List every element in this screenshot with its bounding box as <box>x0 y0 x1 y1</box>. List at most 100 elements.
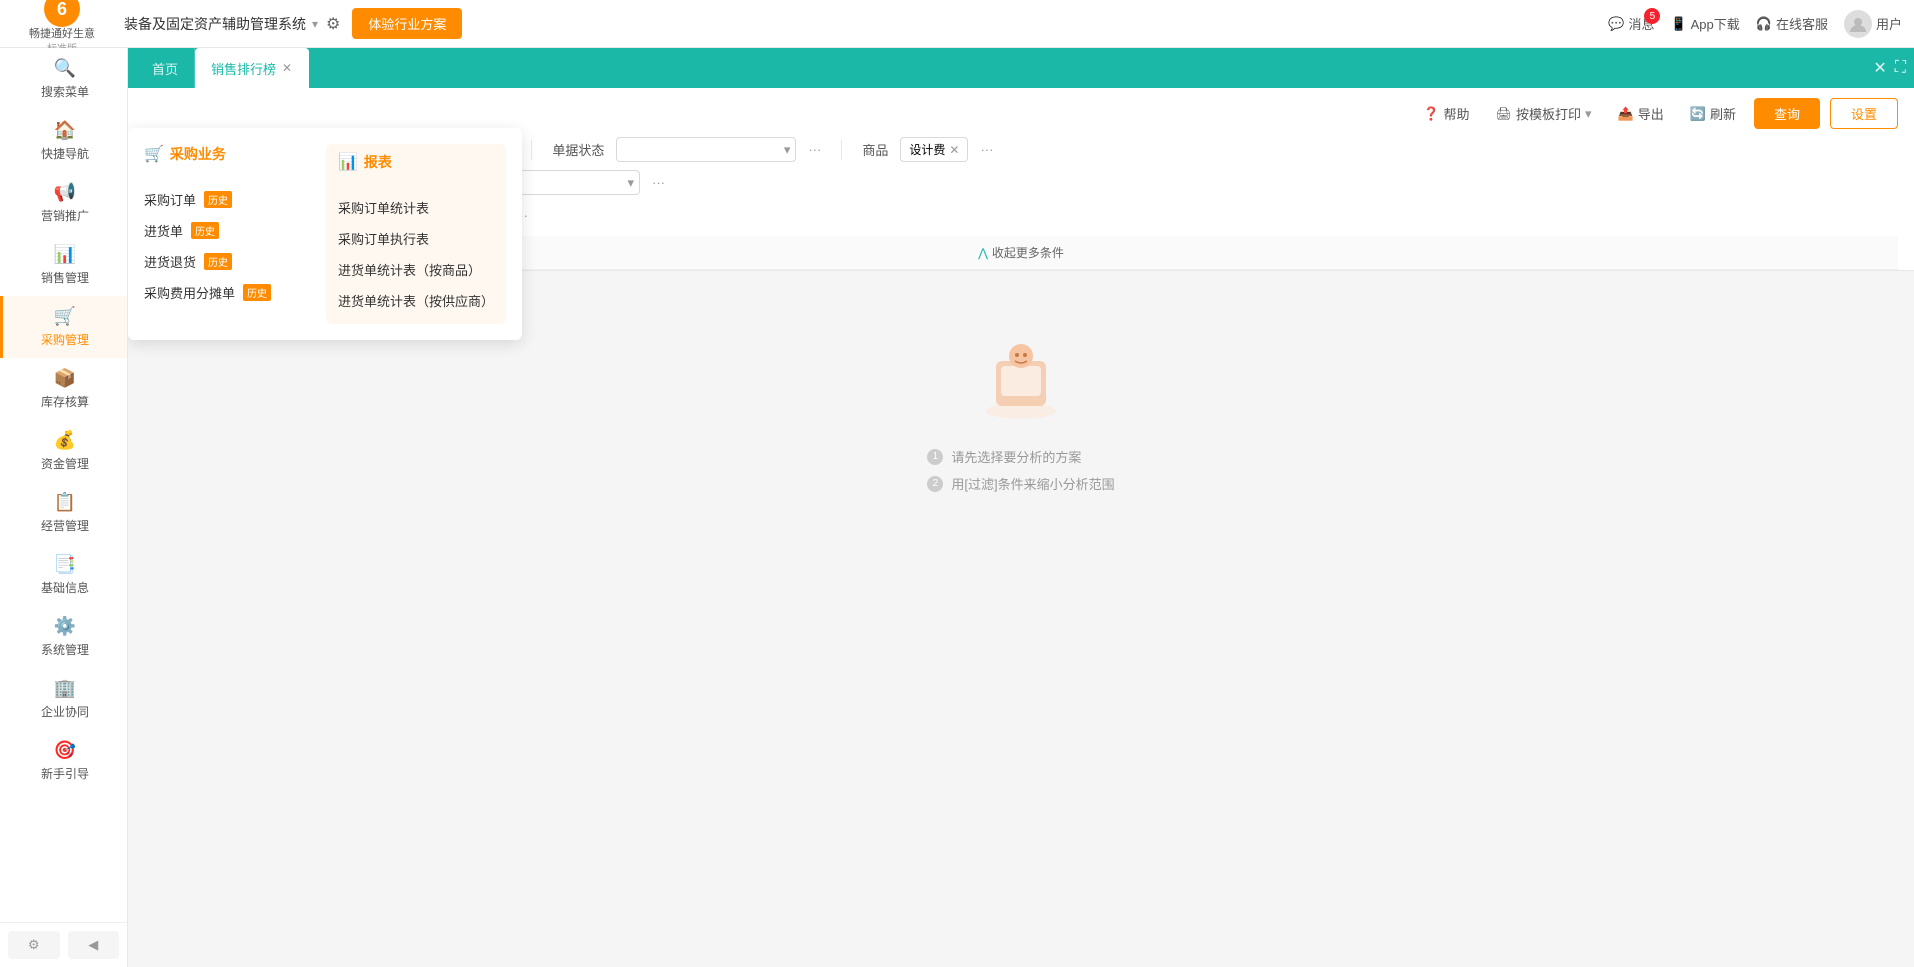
sidebar-item-marketing[interactable]: 📢 营销推广 <box>0 172 127 234</box>
help-icon: ❓ <box>1423 106 1439 122</box>
user-label: 用户 <box>1876 14 1902 33</box>
industry-btn[interactable]: 体验行业方案 <box>352 8 462 39</box>
app-container: 6 畅捷通好生意 标准版 装备及固定资产辅助管理系统 ▾ ⚙ 体验行业方案 💬 … <box>0 0 1914 967</box>
goods-more-icon[interactable]: ··· <box>980 142 993 157</box>
logo-icon: 6 <box>44 0 80 27</box>
user-btn[interactable]: 用户 <box>1844 10 1902 38</box>
tab-bar-expand-icon[interactable]: ⛶ <box>1895 59 1906 77</box>
menu-item-purchase-order-exec[interactable]: 采购订单执行表 <box>338 223 494 254</box>
menu-item-purchase-expense[interactable]: 采购费用分摊单 历史 <box>144 277 294 308</box>
query-btn[interactable]: 查询 <box>1754 98 1820 129</box>
sidebar-item-sales[interactable]: 📊 销售管理 <box>0 234 127 296</box>
tab-home[interactable]: 首页 <box>136 48 195 88</box>
status-select[interactable] <box>616 137 796 162</box>
sidebar-item-system[interactable]: ⚙️ 系统管理 <box>0 606 127 668</box>
sidebar-label: 资金管理 <box>41 455 89 472</box>
inventory-icon: 📦 <box>54 368 76 389</box>
tab-bar: 首页 销售排行榜 ✕ ✕ ⛶ <box>128 48 1914 88</box>
sales-icon: 📊 <box>54 244 76 265</box>
history-tag: 历史 <box>204 191 232 208</box>
goods-tag: 设计费 ✕ <box>900 137 968 162</box>
empty-tips: 1 请先选择要分析的方案 2 用[过滤]条件来缩小分析范围 <box>927 447 1114 493</box>
sidebar-item-search[interactable]: 🔍 搜索菜单 <box>0 48 127 110</box>
status-label: 单据状态 <box>552 140 604 159</box>
purchase-icon: 🛒 <box>54 306 76 327</box>
system-icon: ⚙️ <box>54 616 76 637</box>
tip-num-2: 2 <box>927 476 943 492</box>
export-btn[interactable]: 📤 导出 <box>1610 100 1672 127</box>
purchase-section-title: 🛒 采购业务 <box>144 144 294 172</box>
sidebar-label: 库存核算 <box>41 393 89 410</box>
status-select-wrapper <box>616 137 796 162</box>
purchase-menu-section: 🛒 采购业务 采购订单 历史 进货单 历史 进货退货 <box>144 144 294 324</box>
enterprise-icon: 🏢 <box>54 678 76 699</box>
sidebar-item-enterprise[interactable]: 🏢 企业协同 <box>0 668 127 730</box>
export-icon: 📤 <box>1618 106 1634 122</box>
dropdown-arrow-icon[interactable]: ▾ <box>312 17 318 31</box>
tab-close-icon[interactable]: ✕ <box>282 61 292 75</box>
sidebar-settings-btn[interactable]: ⚙ <box>8 931 60 959</box>
sidebar-item-basic-info[interactable]: 📑 基础信息 <box>0 544 127 606</box>
tab-bar-close-icon[interactable]: ✕ <box>1873 58 1886 78</box>
tab-bar-right: ✕ ⛶ <box>1873 58 1906 78</box>
menu-item-purchase-order-stats[interactable]: 采购订单统计表 <box>338 192 494 223</box>
message-btn[interactable]: 💬 消息 5 <box>1608 14 1654 33</box>
menu-item-inbound-return[interactable]: 进货退货 历史 <box>144 246 294 277</box>
report-section-title: 📊 报表 <box>338 152 494 180</box>
home-icon: 🏠 <box>54 120 76 141</box>
sidebar-label: 基础信息 <box>41 579 89 596</box>
tab-home-label: 首页 <box>152 59 178 78</box>
sidebar-item-purchase[interactable]: 🛒 采购管理 <box>0 296 127 358</box>
menu-item-inbound[interactable]: 进货单 历史 <box>144 215 294 246</box>
status-more-icon[interactable]: ··· <box>808 142 821 157</box>
sidebar-label: 快捷导航 <box>41 145 89 162</box>
sidebar-item-inventory[interactable]: 📦 库存核算 <box>0 358 127 420</box>
sidebar-label: 新手引导 <box>41 765 89 782</box>
search-icon: 🔍 <box>54 58 76 79</box>
menu-item-inbound-stats-by-goods[interactable]: 进货单统计表（按商品） <box>338 254 494 285</box>
top-bar-right: 💬 消息 5 📱 App下载 🎧 在线客服 用户 <box>1608 10 1902 38</box>
set-btn[interactable]: 设置 <box>1830 98 1898 129</box>
system-title: 装备及固定资产辅助管理系统 ▾ <box>124 14 318 34</box>
sidebar-label: 企业协同 <box>41 703 89 720</box>
message-icon: 💬 <box>1608 16 1624 32</box>
sidebar-item-quick-nav[interactable]: 🏠 快捷导航 <box>0 110 127 172</box>
print-btn[interactable]: 🖨 按模板打印 ▾ <box>1488 100 1600 127</box>
sidebar-label: 搜索菜单 <box>41 83 89 100</box>
menu-item-purchase-order[interactable]: 采购订单 历史 <box>144 184 294 215</box>
operations-icon: 📋 <box>54 492 76 513</box>
print-arrow: ▾ <box>1585 106 1592 122</box>
tab-sales-rank-label: 销售排行榜 <box>211 59 276 78</box>
sidebar-item-finance[interactable]: 💰 资金管理 <box>0 420 127 482</box>
system-title-text: 装备及固定资产辅助管理系统 <box>124 14 306 34</box>
finance-icon: 💰 <box>54 430 76 451</box>
empty-tip-2: 用[过滤]条件来缩小分析范围 <box>951 474 1114 493</box>
sidebar-item-operations[interactable]: 📋 经营管理 <box>0 482 127 544</box>
goods-label: 商品 <box>862 140 888 159</box>
sidebar-collapse-btn[interactable]: ◀ <box>68 931 120 959</box>
guide-icon: 🎯 <box>54 740 76 761</box>
online-service-btn[interactable]: 🎧 在线客服 <box>1756 14 1828 33</box>
user-avatar <box>1844 10 1872 38</box>
sidebar-label: 营销推广 <box>41 207 89 224</box>
divider2 <box>841 140 842 160</box>
refresh-btn[interactable]: 🔄 刷新 <box>1682 100 1744 127</box>
app-download-btn[interactable]: 📱 App下载 <box>1670 14 1739 33</box>
collapse-label: 收起更多条件 <box>992 244 1064 261</box>
tab-sales-rank[interactable]: 销售排行榜 ✕ <box>195 48 309 88</box>
divider <box>531 140 532 160</box>
sidebar-label: 系统管理 <box>41 641 89 658</box>
goods-tag-close[interactable]: ✕ <box>949 143 959 157</box>
menu-item-inbound-stats-by-supplier[interactable]: 进货单统计表（按供应商） <box>338 285 494 316</box>
settings-icon[interactable]: ⚙ <box>326 14 340 34</box>
report-section-icon: 📊 <box>338 152 358 172</box>
sidebar-label: 经营管理 <box>41 517 89 534</box>
print-icon: 🖨 <box>1496 106 1513 122</box>
service-icon: 🎧 <box>1756 16 1772 32</box>
collapse-icon: ◀ <box>88 937 98 953</box>
salesperson-more-icon[interactable]: ··· <box>652 175 665 190</box>
sidebar-item-guide[interactable]: 🎯 新手引导 <box>0 730 127 792</box>
basic-info-icon: 📑 <box>54 554 76 575</box>
help-btn[interactable]: ❓ 帮助 <box>1415 100 1477 127</box>
main-area: 🔍 搜索菜单 🏠 快捷导航 📢 营销推广 📊 销售管理 🛒 采购管理 📦 <box>0 48 1914 967</box>
